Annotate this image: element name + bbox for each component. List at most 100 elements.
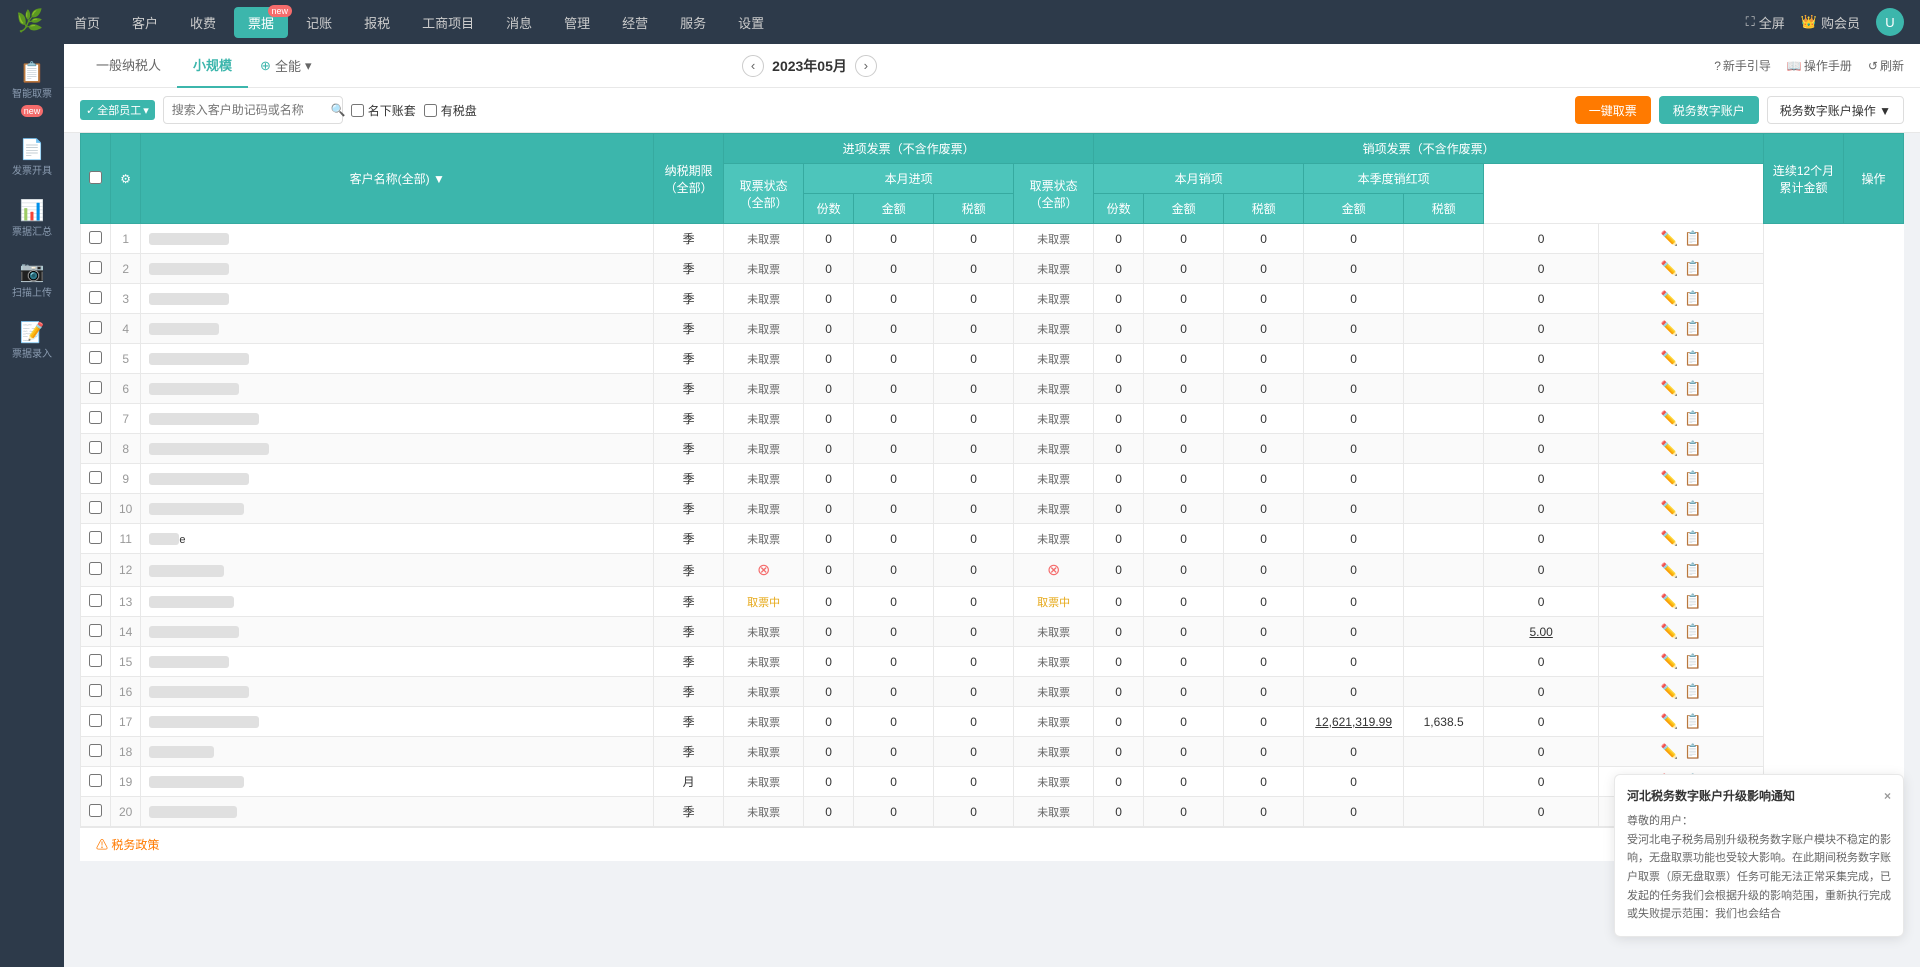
copy-icon[interactable]: 📋 bbox=[1684, 530, 1701, 547]
client-name-cell[interactable] bbox=[141, 707, 654, 737]
sidebar-item-invoice-summary[interactable]: 📊 票据汇总 bbox=[0, 190, 64, 247]
in-status-cell[interactable]: 未取票 bbox=[724, 707, 804, 737]
checkbox-ledger[interactable]: 名下账套 bbox=[351, 102, 416, 119]
in-status-cell[interactable]: 未取票 bbox=[724, 464, 804, 494]
copy-icon[interactable]: 📋 bbox=[1684, 562, 1701, 579]
in-status-cell[interactable]: 未取票 bbox=[724, 224, 804, 254]
in-status-cell[interactable]: 未取票 bbox=[724, 737, 804, 767]
tab-general-taxpayer[interactable]: 一般纳税人 bbox=[80, 43, 177, 88]
tab-small-scale[interactable]: 小规模 bbox=[177, 43, 248, 88]
fullscreen-btn[interactable]: ⛶ 全屏 bbox=[1746, 13, 1785, 32]
copy-icon[interactable]: 📋 bbox=[1684, 230, 1701, 247]
new-guide-btn[interactable]: ? 新手引导 bbox=[1714, 57, 1771, 74]
in-status-cell[interactable]: 未取票 bbox=[724, 797, 804, 827]
copy-icon[interactable]: 📋 bbox=[1684, 623, 1701, 640]
in-status-cell[interactable]: 取票中 bbox=[724, 587, 804, 617]
settings-icon[interactable]: ⚙ bbox=[120, 172, 131, 186]
tax-policy-link[interactable]: ⚠ 税务政策 bbox=[96, 836, 159, 853]
copy-icon[interactable]: 📋 bbox=[1684, 350, 1701, 367]
out-status-cell[interactable]: 未取票 bbox=[1014, 464, 1094, 494]
out-status-cell[interactable]: 取票中 bbox=[1014, 587, 1094, 617]
tab-all-capable[interactable]: ⊕ 全能 ▾ bbox=[248, 44, 323, 87]
tax-digital-op-btn[interactable]: 税务数字账户操作 ▼ bbox=[1767, 96, 1904, 124]
out-status-cell[interactable]: 未取票 bbox=[1014, 224, 1094, 254]
client-name-cell[interactable] bbox=[141, 737, 654, 767]
out-status-cell[interactable]: 未取票 bbox=[1014, 524, 1094, 554]
in-status-cell[interactable]: 未取票 bbox=[724, 524, 804, 554]
row-checkbox[interactable] bbox=[89, 744, 102, 757]
out-status-cell[interactable]: 未取票 bbox=[1014, 707, 1094, 737]
client-name-cell[interactable] bbox=[141, 284, 654, 314]
edit-icon[interactable]: ✏️ bbox=[1661, 500, 1678, 517]
nav-client[interactable]: 客户 bbox=[118, 7, 172, 38]
row-checkbox[interactable] bbox=[89, 441, 102, 454]
nav-ops[interactable]: 经营 bbox=[608, 7, 662, 38]
tooltip-close-btn[interactable]: × bbox=[1884, 787, 1891, 806]
row-checkbox[interactable] bbox=[89, 261, 102, 274]
row-checkbox[interactable] bbox=[89, 321, 102, 334]
in-status-cell[interactable]: 未取票 bbox=[724, 494, 804, 524]
in-status-cell[interactable]: 未取票 bbox=[724, 434, 804, 464]
copy-icon[interactable]: 📋 bbox=[1684, 380, 1701, 397]
edit-icon[interactable]: ✏️ bbox=[1661, 562, 1678, 579]
nav-home[interactable]: 首页 bbox=[60, 7, 114, 38]
row-checkbox[interactable] bbox=[89, 531, 102, 544]
nav-settings[interactable]: 设置 bbox=[724, 7, 778, 38]
row-checkbox[interactable] bbox=[89, 804, 102, 817]
copy-icon[interactable]: 📋 bbox=[1684, 743, 1701, 760]
copy-icon[interactable]: 📋 bbox=[1684, 653, 1701, 670]
copy-icon[interactable]: 📋 bbox=[1684, 410, 1701, 427]
nav-service[interactable]: 服务 bbox=[666, 7, 720, 38]
out-status-cell[interactable]: 未取票 bbox=[1014, 404, 1094, 434]
copy-icon[interactable]: 📋 bbox=[1684, 713, 1701, 730]
user-avatar[interactable]: U bbox=[1876, 8, 1904, 36]
out-status-cell[interactable]: 未取票 bbox=[1014, 677, 1094, 707]
edit-icon[interactable]: ✏️ bbox=[1661, 683, 1678, 700]
refresh-btn[interactable]: ↺ 刷新 bbox=[1868, 57, 1904, 74]
nav-admin[interactable]: 管理 bbox=[550, 7, 604, 38]
copy-icon[interactable]: 📋 bbox=[1684, 290, 1701, 307]
out-status-cell[interactable]: 未取票 bbox=[1014, 797, 1094, 827]
client-name-cell[interactable] bbox=[141, 647, 654, 677]
in-status-cell[interactable]: 未取票 bbox=[724, 677, 804, 707]
row-checkbox[interactable] bbox=[89, 381, 102, 394]
in-status-cell[interactable]: 未取票 bbox=[724, 374, 804, 404]
client-name-cell[interactable] bbox=[141, 464, 654, 494]
prev-month-btn[interactable]: ‹ bbox=[742, 55, 764, 77]
ledger-checkbox[interactable] bbox=[351, 104, 364, 117]
edit-icon[interactable]: ✏️ bbox=[1661, 743, 1678, 760]
client-name-cell[interactable] bbox=[141, 677, 654, 707]
th-in-status[interactable]: 取票状态（全部） bbox=[724, 164, 804, 224]
client-name-cell[interactable] bbox=[141, 587, 654, 617]
th-client-name[interactable]: 客户名称(全部) ▼ bbox=[141, 134, 654, 224]
copy-icon[interactable]: 📋 bbox=[1684, 440, 1701, 457]
client-name-cell[interactable] bbox=[141, 374, 654, 404]
copy-icon[interactable]: 📋 bbox=[1684, 320, 1701, 337]
edit-icon[interactable]: ✏️ bbox=[1661, 290, 1678, 307]
row-checkbox[interactable] bbox=[89, 594, 102, 607]
nav-bookkeeping[interactable]: 记账 bbox=[292, 7, 346, 38]
th-tax-period[interactable]: 纳税期限（全部） bbox=[654, 134, 724, 224]
copy-icon[interactable]: 📋 bbox=[1684, 500, 1701, 517]
row-checkbox[interactable] bbox=[89, 501, 102, 514]
employee-filter[interactable]: ✓ 全部员工 ▾ bbox=[80, 100, 155, 120]
vip-btn[interactable]: 👑 购会员 bbox=[1801, 13, 1860, 32]
out-status-cell[interactable]: 未取票 bbox=[1014, 494, 1094, 524]
sidebar-item-invoice-open[interactable]: 📄 发票开具 bbox=[0, 129, 64, 186]
out-status-cell[interactable]: 未取票 bbox=[1014, 617, 1094, 647]
client-name-cell[interactable] bbox=[141, 554, 654, 587]
nav-business[interactable]: 工商项目 bbox=[408, 7, 488, 38]
client-name-cell[interactable] bbox=[141, 224, 654, 254]
out-status-cell[interactable]: 未取票 bbox=[1014, 647, 1094, 677]
out-status-cell[interactable]: 未取票 bbox=[1014, 314, 1094, 344]
manual-btn[interactable]: 📖 操作手册 bbox=[1787, 57, 1852, 74]
in-status-cell[interactable]: 未取票 bbox=[724, 404, 804, 434]
row-checkbox[interactable] bbox=[89, 684, 102, 697]
in-status-cell[interactable]: 未取票 bbox=[724, 767, 804, 797]
in-status-cell[interactable]: 未取票 bbox=[724, 647, 804, 677]
copy-icon[interactable]: 📋 bbox=[1684, 593, 1701, 610]
in-status-cell[interactable]: ⊗ bbox=[724, 554, 804, 587]
client-name-cell[interactable] bbox=[141, 344, 654, 374]
checkbox-taxpad[interactable]: 有税盘 bbox=[424, 102, 477, 119]
nav-invoice[interactable]: 票据 new bbox=[234, 7, 288, 38]
